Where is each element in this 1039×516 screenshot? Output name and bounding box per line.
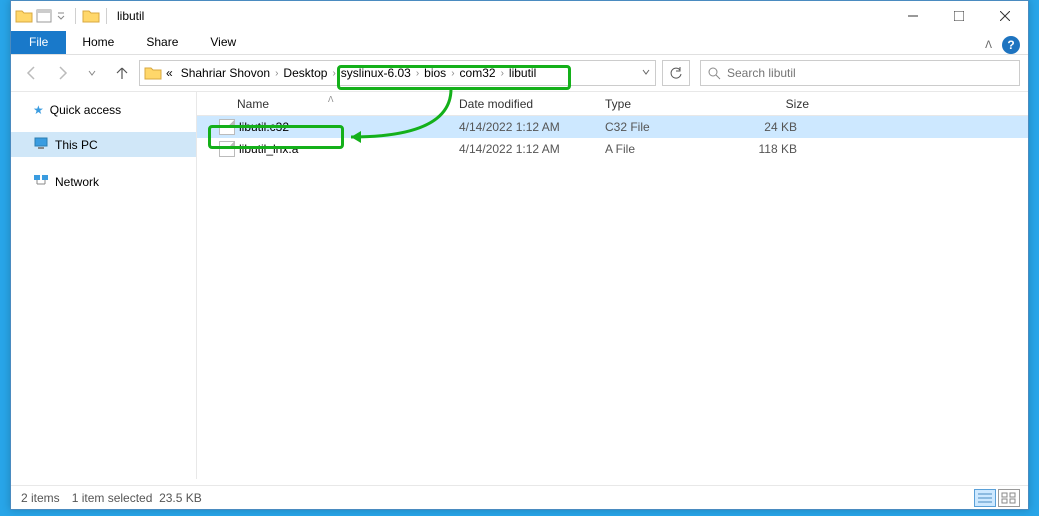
sidebar-network[interactable]: Network [11, 169, 196, 194]
breadcrumb-overflow[interactable]: « [162, 66, 177, 80]
star-icon: ★ [33, 103, 44, 117]
nav-forward-button[interactable] [49, 60, 75, 86]
titlebar: libutil [11, 1, 1028, 31]
file-type: A File [605, 142, 721, 156]
ribbon-collapse-icon[interactable]: ᐱ [979, 40, 998, 51]
status-bar: 2 items 1 item selected 23.5 KB [11, 485, 1028, 509]
breadcrumb-item[interactable]: libutil [505, 66, 540, 80]
minimize-button[interactable] [890, 1, 936, 31]
address-bar[interactable]: « Shahriar Shovon›Desktop›syslinux-6.03›… [139, 60, 656, 86]
window-title: libutil [113, 9, 144, 23]
file-tab[interactable]: File [11, 30, 66, 54]
help-icon[interactable]: ? [1002, 36, 1020, 54]
sidebar-this-pc[interactable]: This PC [11, 132, 196, 157]
network-icon [33, 172, 49, 191]
title-separator [106, 8, 107, 24]
file-row[interactable]: libutil.c32 4/14/2022 1:12 AMC32 File24 K… [197, 116, 1028, 138]
sidebar-quick-access[interactable]: ★ Quick access [11, 100, 196, 120]
breadcrumb-item[interactable]: Desktop [279, 66, 331, 80]
column-size[interactable]: Size [721, 97, 809, 111]
explorer-window: libutil File Home Share View ᐱ ? « Shahr… [10, 0, 1029, 510]
view-large-icons-button[interactable] [998, 489, 1020, 507]
pc-icon [33, 135, 49, 154]
sidebar-label: Network [55, 175, 99, 189]
tab-home[interactable]: Home [66, 30, 130, 54]
column-type[interactable]: Type [605, 97, 721, 111]
file-icon [219, 141, 235, 157]
file-row[interactable]: libutil_lnx.a 4/14/2022 1:12 AMA File118 … [197, 138, 1028, 160]
folder-icon [15, 7, 33, 25]
file-icon [219, 119, 235, 135]
tab-share[interactable]: Share [130, 30, 194, 54]
status-selected-count: 1 item selected [72, 491, 153, 505]
search-input[interactable] [721, 66, 1013, 80]
close-button[interactable] [982, 1, 1028, 31]
ribbon: File Home Share View ᐱ ? [11, 31, 1028, 55]
column-name[interactable]: ᐱName [197, 97, 459, 111]
search-box[interactable] [700, 60, 1020, 86]
tab-view[interactable]: View [194, 30, 252, 54]
nav-back-button[interactable] [19, 60, 45, 86]
qat-dropdown-icon[interactable] [57, 12, 65, 20]
sort-asc-icon: ᐱ [328, 95, 333, 104]
app-icon[interactable] [35, 7, 53, 25]
location-folder-icon [82, 7, 100, 25]
breadcrumb-item[interactable]: bios [420, 66, 450, 80]
nav-recent-dropdown[interactable] [79, 60, 105, 86]
file-date: 4/14/2022 1:12 AM [459, 120, 605, 134]
view-details-button[interactable] [974, 489, 996, 507]
column-date[interactable]: Date modified [459, 97, 605, 111]
address-folder-icon [144, 64, 162, 82]
sidebar-label: Quick access [50, 103, 121, 117]
breadcrumb-item[interactable]: Shahriar Shovon [177, 66, 274, 80]
nav-up-button[interactable] [109, 60, 135, 86]
file-name: libutil_lnx.a [239, 142, 298, 156]
file-name: libutil.c32 [239, 120, 289, 134]
breadcrumb-item[interactable]: syslinux-6.03 [337, 66, 415, 80]
file-type: C32 File [605, 120, 721, 134]
column-headers: ᐱName Date modified Type Size [197, 92, 1028, 116]
sidebar-label: This PC [55, 138, 98, 152]
navigation-pane: ★ Quick access This PC Network [11, 92, 197, 479]
file-size: 118 KB [721, 142, 809, 156]
content-area: ★ Quick access This PC Network ᐱName [11, 91, 1028, 479]
title-separator [75, 8, 76, 24]
address-dropdown-icon[interactable] [641, 67, 651, 80]
nav-bar: « Shahriar Shovon›Desktop›syslinux-6.03›… [11, 55, 1028, 91]
file-list: ᐱName Date modified Type Size libutil.c3… [197, 92, 1028, 479]
refresh-button[interactable] [662, 60, 690, 86]
file-size: 24 KB [721, 120, 809, 134]
status-item-count: 2 items [21, 491, 60, 505]
maximize-button[interactable] [936, 1, 982, 31]
search-icon [707, 66, 721, 80]
breadcrumb-item[interactable]: com32 [456, 66, 500, 80]
status-selected-size: 23.5 KB [159, 491, 202, 505]
file-date: 4/14/2022 1:12 AM [459, 142, 605, 156]
